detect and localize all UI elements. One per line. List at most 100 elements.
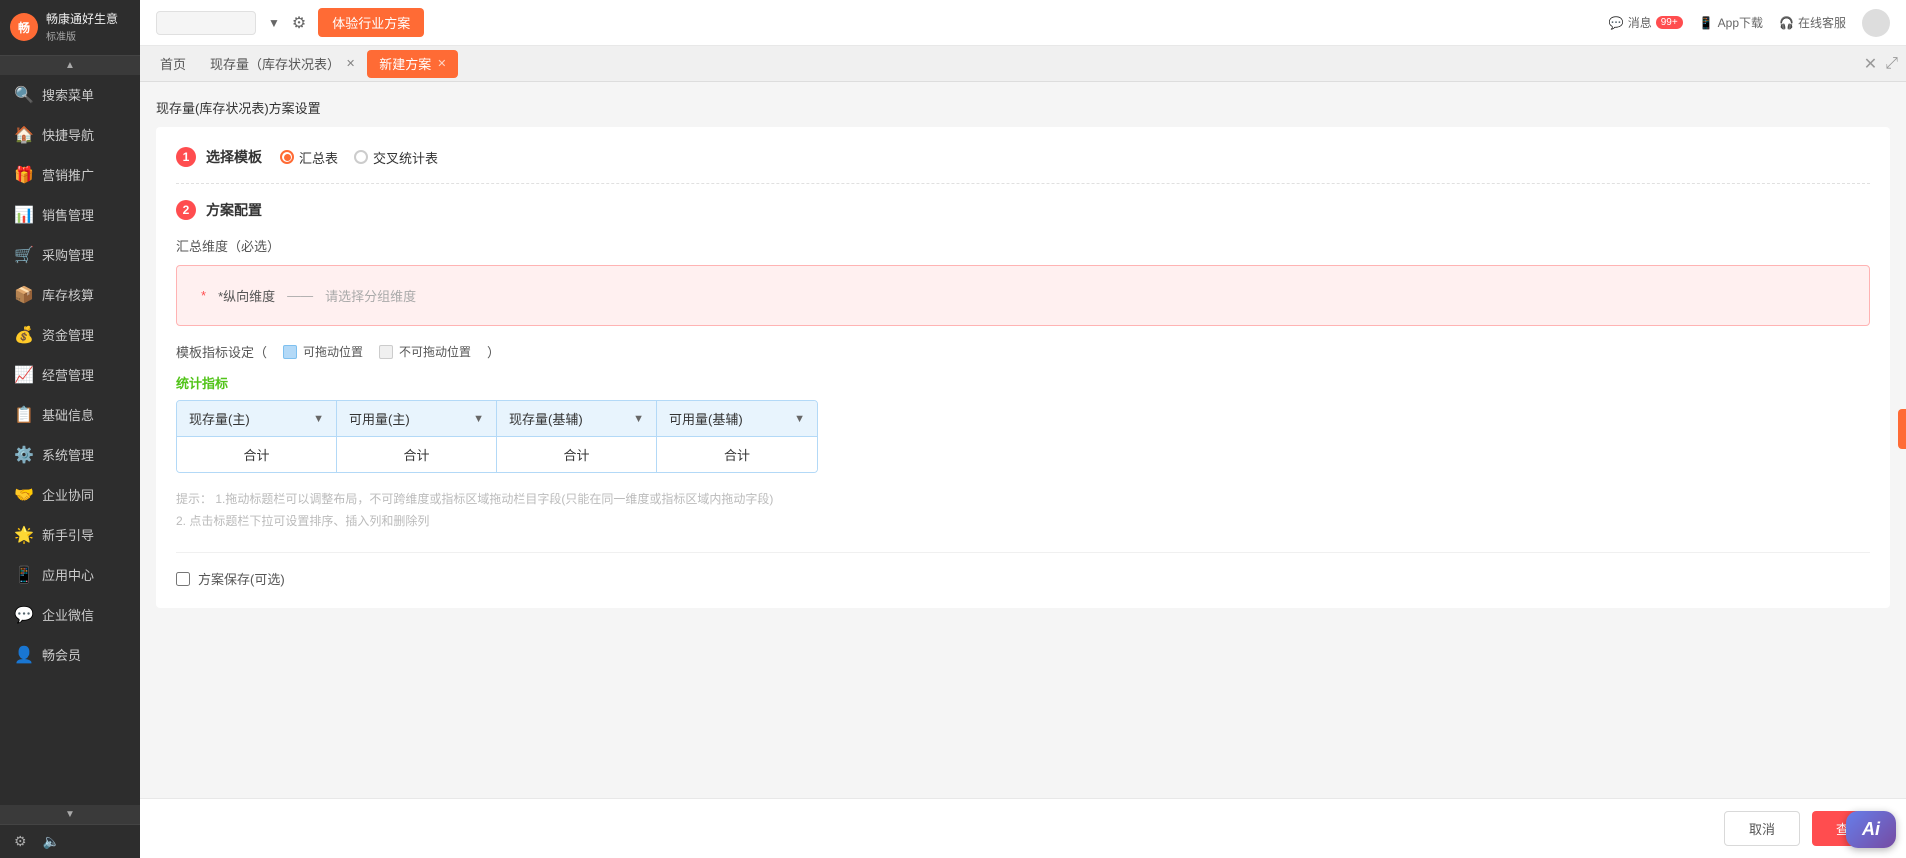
template-indicator-suffix: ） — [487, 342, 500, 361]
fixed-indicator: 不可拖动位置 — [379, 343, 471, 360]
topbar-dropdown-icon[interactable]: ▼ — [268, 16, 280, 30]
sidebar-scroll-up[interactable]: ▲ — [0, 56, 140, 75]
save-option-row: 方案保存(可选) — [176, 552, 1870, 588]
member-icon: 👤 — [14, 645, 34, 665]
stats-data-main-qty: 合计 — [177, 437, 337, 472]
stats-label: 统计指标 — [176, 373, 1870, 392]
footer-buttons: 取消 查询 — [140, 798, 1906, 858]
dimension-dash: —— — [287, 288, 313, 303]
stats-data-available-base: 合计 — [657, 437, 817, 472]
volume-icon[interactable]: 🔈 — [43, 833, 60, 850]
tab-expand-icon[interactable]: ⤢ — [1885, 55, 1898, 73]
newbie-icon: 🌟 — [14, 525, 34, 545]
tip2-text: 2. 点击标题栏下拉可设置排序、插入列和删除列 — [176, 511, 1870, 533]
logo-text: 畅康通好生意 标准版 — [46, 12, 118, 43]
settings-icon[interactable]: ⚙ — [14, 833, 27, 850]
topbar: ▼ ⚙ 体验行业方案 💬 消息 99+ 📱 App下载 🎧 在线客服 — [140, 0, 1906, 46]
settings-card: 1 选择模板 汇总表 交叉统计表 2 方案配置 — [156, 127, 1890, 608]
finance-icon: 💰 — [14, 325, 34, 345]
col-available-base-chevron[interactable]: ▼ — [794, 413, 805, 425]
stats-col-available-main[interactable]: 可用量(主) ▼ — [337, 401, 497, 436]
sidebar-item-member[interactable]: 👤 畅会员 — [0, 635, 140, 675]
radio-summary[interactable]: 汇总表 — [280, 148, 338, 167]
online-service-button[interactable]: 🎧 在线客服 — [1779, 14, 1846, 31]
sidebar-item-enterprise[interactable]: 🤝 企业协同 — [0, 475, 140, 515]
tab-new-plan[interactable]: 新建方案 ✕ — [367, 50, 458, 78]
dimension-placeholder: 请选择分组维度 — [325, 286, 416, 305]
sidebar-item-operations[interactable]: 📈 经营管理 — [0, 355, 140, 395]
sidebar-item-finance[interactable]: 💰 资金管理 — [0, 315, 140, 355]
cancel-button[interactable]: 取消 — [1724, 811, 1800, 846]
tab-new-plan-close-icon[interactable]: ✕ — [437, 57, 446, 70]
ai-badge[interactable]: Ai — [1846, 811, 1896, 848]
sidebar-item-app-center[interactable]: 📱 应用中心 — [0, 555, 140, 595]
content-header: 现存量(库存状况表)方案设置 — [156, 98, 1890, 117]
step1-row: 1 选择模板 汇总表 交叉统计表 — [176, 147, 1870, 167]
sidebar-item-marketing[interactable]: 🎁 营销推广 — [0, 155, 140, 195]
radio-crosstab-circle — [354, 150, 368, 164]
col-main-qty-chevron[interactable]: ▼ — [313, 413, 324, 425]
page-content: 现存量(库存状况表)方案设置 1 选择模板 汇总表 交叉统计表 — [140, 82, 1906, 858]
user-avatar[interactable] — [1862, 9, 1890, 37]
template-indicator-label: 模板指标设定（ — [176, 342, 267, 361]
wechat-icon: 💬 — [14, 605, 34, 625]
step2-row: 2 方案配置 — [176, 200, 1870, 220]
sidebar-item-sales[interactable]: 📊 销售管理 — [0, 195, 140, 235]
topbar-gear-icon[interactable]: ⚙ — [292, 13, 306, 33]
app-download-button[interactable]: 📱 App下载 — [1699, 14, 1763, 31]
template-radio-group: 汇总表 交叉统计表 — [280, 148, 438, 167]
sidebar-item-system[interactable]: ⚙️ 系统管理 — [0, 435, 140, 475]
sidebar-logo: 畅 畅康通好生意 标准版 — [0, 0, 140, 56]
step2-badge: 2 — [176, 200, 196, 220]
operations-icon: 📈 — [14, 365, 34, 385]
vertical-dim-label: *纵向维度 — [218, 286, 275, 305]
tab-home[interactable]: 首页 — [148, 50, 198, 78]
marketing-icon: 🎁 — [14, 165, 34, 185]
stats-data-row: 合计 合计 合计 合计 — [177, 436, 817, 472]
sidebar-item-quick-nav[interactable]: 🏠 快捷导航 — [0, 115, 140, 155]
sidebar-item-basic-info[interactable]: 📋 基础信息 — [0, 395, 140, 435]
tip1-text: 提示： 1.拖动标题栏可以调整布局，不可跨维度或指标区域拖动栏目字段(只能在同一… — [176, 489, 1870, 511]
messages-button[interactable]: 💬 消息 99+ — [1609, 14, 1683, 31]
purchase-icon: 🛒 — [14, 245, 34, 265]
col-available-main-chevron[interactable]: ▼ — [473, 413, 484, 425]
basic-info-icon: 📋 — [14, 405, 34, 425]
tab-inventory-close-icon[interactable]: ✕ — [346, 57, 355, 70]
step1-badge: 1 — [176, 147, 196, 167]
trial-industry-button[interactable]: 体验行业方案 — [318, 8, 424, 37]
movable-indicator-box — [283, 345, 297, 359]
stats-data-base-qty: 合计 — [497, 437, 657, 472]
app-center-icon: 📱 — [14, 565, 34, 585]
stats-col-main-qty[interactable]: 现存量(主) ▼ — [177, 401, 337, 436]
stats-col-base-qty[interactable]: 现存量(基辅) ▼ — [497, 401, 657, 436]
stats-col-available-base[interactable]: 可用量(基辅) ▼ — [657, 401, 817, 436]
vertical-dimension-row: * *纵向维度 —— 请选择分组维度 — [201, 286, 1845, 305]
sidebar-item-inventory[interactable]: 📦 库存核算 — [0, 275, 140, 315]
fixed-indicator-box — [379, 345, 393, 359]
template-indicator-row: 模板指标设定（ 可拖动位置 不可拖动位置 ） — [176, 342, 1870, 361]
system-icon: ⚙️ — [14, 445, 34, 465]
tab-inventory-status[interactable]: 现存量（库存状况表） ✕ — [198, 50, 367, 78]
step1-title: 选择模板 — [206, 147, 262, 167]
sales-icon: 📊 — [14, 205, 34, 225]
radio-crosstab[interactable]: 交叉统计表 — [354, 148, 438, 167]
radio-summary-circle — [280, 150, 294, 164]
save-plan-checkbox[interactable] — [176, 572, 190, 586]
sidebar-item-newbie[interactable]: 🌟 新手引导 — [0, 515, 140, 555]
phone-icon: 📱 — [1699, 16, 1714, 30]
sidebar-item-search-menu[interactable]: 🔍 搜索菜单 — [0, 75, 140, 115]
sidebar: 畅 畅康通好生意 标准版 ▲ 🔍 搜索菜单 🏠 快捷导航 🎁 营销推广 📊 销售… — [0, 0, 140, 858]
summary-dimension-section: 汇总维度（必选） * *纵向维度 —— 请选择分组维度 — [176, 236, 1870, 326]
topbar-right: 💬 消息 99+ 📱 App下载 🎧 在线客服 — [1609, 9, 1890, 37]
sidebar-item-purchase[interactable]: 🛒 采购管理 — [0, 235, 140, 275]
sidebar-item-wechat[interactable]: 💬 企业微信 — [0, 595, 140, 635]
topbar-search-input[interactable] — [156, 11, 256, 35]
resize-handle[interactable] — [1898, 409, 1906, 449]
headset-icon: 🎧 — [1779, 16, 1794, 30]
col-base-qty-chevron[interactable]: ▼ — [633, 413, 644, 425]
inventory-icon: 📦 — [14, 285, 34, 305]
tab-close-all-icon[interactable]: ✕ — [1864, 54, 1877, 74]
stats-table: 现存量(主) ▼ 可用量(主) ▼ 现存量(基辅) ▼ 可用量(基辅) — [176, 400, 818, 473]
dimension-required-star: * — [201, 288, 206, 303]
sidebar-scroll-down[interactable]: ▼ — [0, 805, 140, 824]
